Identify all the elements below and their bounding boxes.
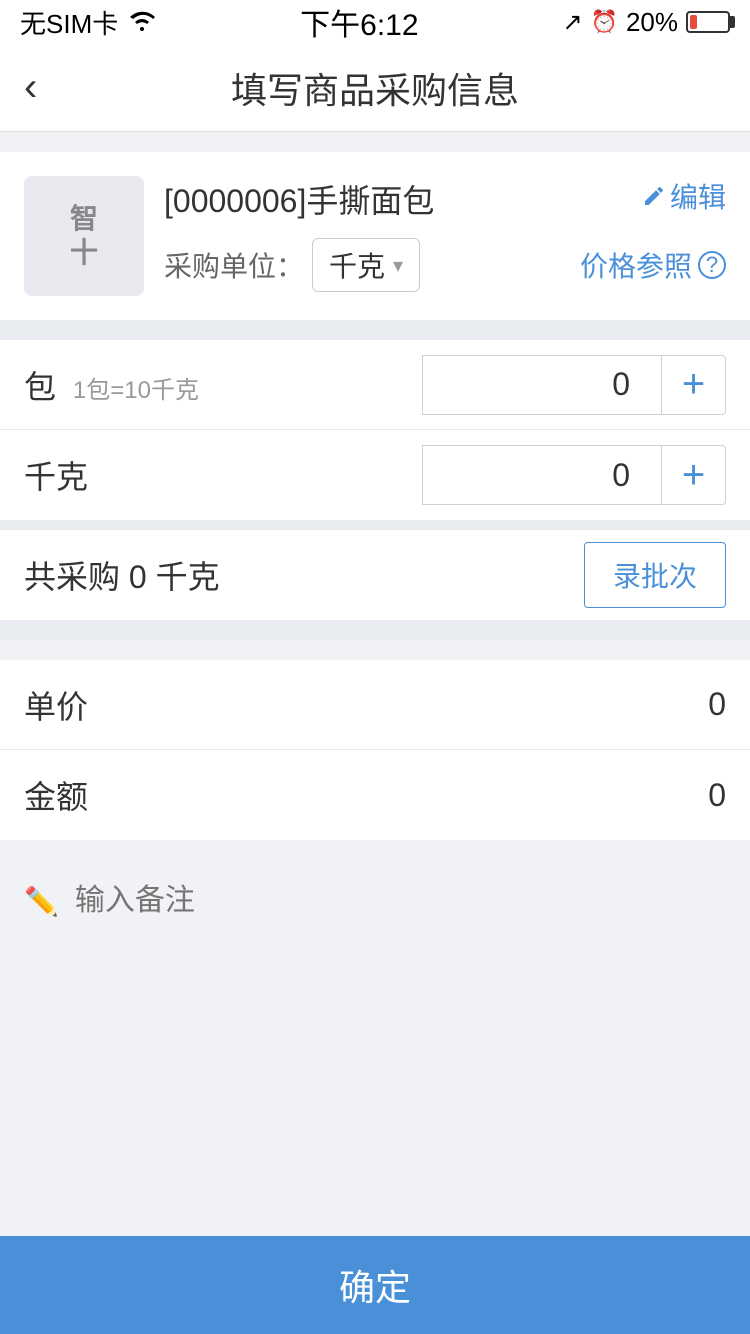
price-ref-label: 价格参照 xyxy=(580,245,692,285)
wifi-icon xyxy=(128,7,156,38)
amount-label: 金额 xyxy=(24,772,88,818)
unit-value: 千克 xyxy=(329,245,385,285)
kg-qty-wrapper: + xyxy=(422,445,726,505)
unit-select[interactable]: 千克 ▾ xyxy=(312,238,420,292)
edit-button[interactable]: 编辑 xyxy=(642,176,726,216)
bao-qty-wrapper: + xyxy=(422,355,726,415)
remark-section: ✏️ xyxy=(0,860,750,942)
quantity-section: 包 1包=10千克 + 千克 + xyxy=(0,340,750,520)
unit-price-row: 单价 0 xyxy=(0,660,750,750)
bao-plus-button[interactable]: + xyxy=(662,355,726,415)
summary-row: 共采购 0 千克 录批次 xyxy=(0,530,750,620)
bao-label: 包 1包=10千克 xyxy=(24,362,422,408)
product-name: [0000006]手撕面包 xyxy=(164,176,434,222)
price-ref-button[interactable]: 价格参照 ? xyxy=(580,245,726,285)
product-logo: 智 十 xyxy=(70,202,98,269)
kg-qty-input[interactable] xyxy=(422,445,662,505)
help-icon: ? xyxy=(698,251,726,279)
product-unit-row: 采购单位： 千克 ▾ 价格参照 ? xyxy=(164,238,726,292)
summary-text: 共采购 0 千克 xyxy=(24,552,220,598)
status-right: ↗ ⏰ 20% xyxy=(562,7,730,38)
location-icon: ↗ xyxy=(562,8,582,37)
kg-row: 千克 + xyxy=(0,430,750,520)
battery-icon xyxy=(686,11,730,33)
kg-label: 千克 xyxy=(24,452,422,498)
bao-row: 包 1包=10千克 + xyxy=(0,340,750,430)
batch-button[interactable]: 录批次 xyxy=(584,542,726,608)
unit-price-value: 0 xyxy=(708,686,726,723)
unit-chevron-icon: ▾ xyxy=(393,253,403,278)
pencil-icon: ✏️ xyxy=(24,885,59,918)
edit-label: 编辑 xyxy=(670,176,726,216)
status-time: 下午6:12 xyxy=(300,0,418,44)
product-card: 智 十 [0000006]手撕面包 编辑 采购单位： 千克 ▾ 价格参照 xyxy=(0,152,750,320)
product-info: [0000006]手撕面包 编辑 采购单位： 千克 ▾ 价格参照 ? xyxy=(164,176,726,292)
page-title: 填写商品采购信息 xyxy=(231,62,519,114)
divider-1 xyxy=(0,320,750,340)
confirm-button[interactable]: 确定 xyxy=(0,1236,750,1334)
remark-input[interactable] xyxy=(75,884,726,918)
unit-label: 采购单位： xyxy=(164,245,304,285)
kg-plus-button[interactable]: + xyxy=(662,445,726,505)
product-image: 智 十 xyxy=(24,176,144,296)
divider-2 xyxy=(0,520,750,530)
unit-price-label: 单价 xyxy=(24,682,88,728)
amount-row: 金额 0 xyxy=(0,750,750,840)
alarm-icon: ⏰ xyxy=(591,9,618,35)
bao-sub: 1包=10千克 xyxy=(73,377,199,404)
nav-bar: ‹ 填写商品采购信息 xyxy=(0,44,750,132)
battery-percent: 20% xyxy=(626,7,678,38)
divider-3 xyxy=(0,620,750,640)
price-section: 单价 0 金额 0 xyxy=(0,660,750,840)
carrier-label: 无SIM卡 xyxy=(20,4,118,41)
status-bar: 无SIM卡 下午6:12 ↗ ⏰ 20% xyxy=(0,0,750,44)
amount-value: 0 xyxy=(708,777,726,814)
confirm-label: 确定 xyxy=(339,1259,411,1311)
back-button[interactable]: ‹ xyxy=(24,65,37,110)
content-spacer xyxy=(0,942,750,1252)
product-header: [0000006]手撕面包 编辑 xyxy=(164,176,726,222)
bao-qty-input[interactable] xyxy=(422,355,662,415)
status-left: 无SIM卡 xyxy=(20,4,156,41)
